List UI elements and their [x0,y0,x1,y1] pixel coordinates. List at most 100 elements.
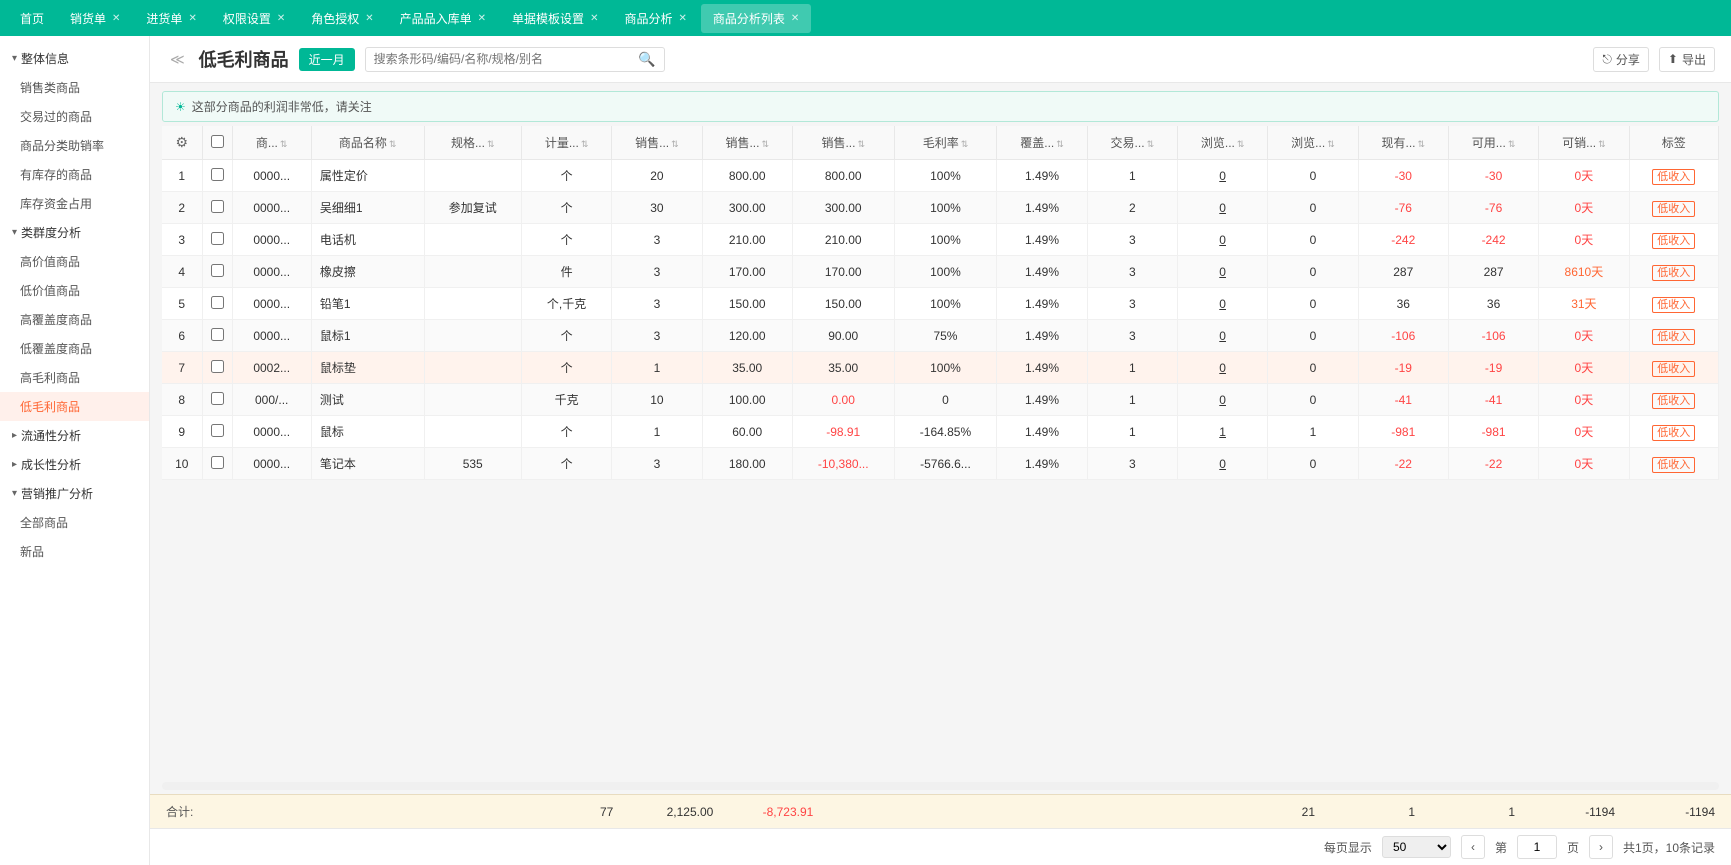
cell-checkbox[interactable] [202,384,232,416]
browse1-link[interactable]: 0 [1219,393,1226,407]
cell-num: 6 [162,320,202,352]
sidebar-item-low-margin[interactable]: 低毛利商品 [0,392,149,421]
select-all-checkbox[interactable] [211,135,224,148]
nav-home[interactable]: 首页 [8,4,56,33]
sidebar-item-high-margin[interactable]: 高毛利商品 [0,363,149,392]
nav-sales-order[interactable]: 销货单 ✕ [58,4,132,33]
sidebar-item-low-value[interactable]: 低价值商品 [0,276,149,305]
row-checkbox[interactable] [211,424,224,437]
nav-close-icon[interactable]: ✕ [365,13,373,24]
cell-browse1[interactable]: 0 [1177,320,1267,352]
sidebar-group-overall[interactable]: ▾ 整体信息 [0,44,149,73]
cell-checkbox[interactable] [202,352,232,384]
cell-checkbox[interactable] [202,192,232,224]
nav-product-analysis-list[interactable]: 商品分析列表 ✕ [701,4,811,33]
sidebar-item-low-coverage[interactable]: 低覆盖度商品 [0,334,149,363]
next-page-button[interactable]: › [1589,835,1613,859]
export-button[interactable]: ⬆ 导出 [1659,47,1715,72]
cell-browse1[interactable]: 0 [1177,352,1267,384]
nav-close-icon[interactable]: ✕ [277,13,285,24]
prev-page-button[interactable]: ‹ [1461,835,1485,859]
nav-template-setting[interactable]: 单据模板设置 ✕ [500,4,610,33]
nav-purchase-order[interactable]: 进货单 ✕ [134,4,208,33]
page-number-input[interactable] [1517,835,1557,859]
row-checkbox[interactable] [211,392,224,405]
cell-checkbox[interactable] [202,224,232,256]
search-input[interactable] [374,52,633,66]
row-checkbox[interactable] [211,264,224,277]
sidebar-item-stock-goods[interactable]: 有库存的商品 [0,160,149,189]
cell-browse2: 0 [1268,352,1358,384]
cell-browse1[interactable]: 0 [1177,160,1267,192]
horizontal-scrollbar[interactable] [162,782,1719,790]
table-row: 1 0000... 属性定价 个 20 800.00 800.00 100% 1… [162,160,1719,192]
sidebar-item-high-coverage[interactable]: 高覆盖度商品 [0,305,149,334]
sidebar-group-circulation[interactable]: ▸ 流通性分析 [0,421,149,450]
date-filter-button[interactable]: 近一月 [299,48,355,71]
footer-trade: 21 [1235,805,1315,819]
browse1-link[interactable]: 0 [1219,233,1226,247]
cell-num: 4 [162,256,202,288]
row-checkbox[interactable] [211,456,224,469]
nav-close-icon[interactable]: ✕ [188,13,196,24]
cell-browse1[interactable]: 0 [1177,288,1267,320]
browse1-link[interactable]: 1 [1219,425,1226,439]
search-icon[interactable]: 🔍 [638,51,655,68]
sidebar-item-high-value[interactable]: 高价值商品 [0,247,149,276]
sidebar-group-cluster[interactable]: ▾ 类群度分析 [0,218,149,247]
nav-permission-setting[interactable]: 权限设置 ✕ [211,4,297,33]
nav-product-analysis[interactable]: 商品分析 ✕ [612,4,698,33]
sidebar-item-stock-funds[interactable]: 库存资金占用 [0,189,149,218]
sidebar-group-growth[interactable]: ▸ 成长性分析 [0,450,149,479]
cell-browse1[interactable]: 0 [1177,448,1267,480]
nav-close-icon[interactable]: ✕ [590,13,598,24]
nav-close-icon[interactable]: ✕ [112,13,120,24]
browse1-link[interactable]: 0 [1219,457,1226,471]
nav-role-auth[interactable]: 角色授权 ✕ [299,4,385,33]
cell-coverage: 1.49% [997,288,1087,320]
cell-sales-qty: 1 [612,416,702,448]
cell-checkbox[interactable] [202,160,232,192]
sidebar-item-all-goods[interactable]: 全部商品 [0,508,149,537]
sidebar-collapse-button[interactable]: ≪ [166,51,189,68]
sidebar-item-category-rate[interactable]: 商品分类助销率 [0,131,149,160]
browse1-link[interactable]: 0 [1219,297,1226,311]
nav-close-icon[interactable]: ✕ [791,13,799,24]
nav-product-in[interactable]: 产品品入库单 ✕ [388,4,498,33]
nav-close-icon[interactable]: ✕ [678,13,686,24]
row-checkbox[interactable] [211,168,224,181]
row-checkbox[interactable] [211,360,224,373]
table-row: 8 000/... 测试 千克 10 100.00 0.00 0 1.49% 1… [162,384,1719,416]
browse1-link[interactable]: 0 [1219,169,1226,183]
sidebar-item-traded-goods[interactable]: 交易过的商品 [0,102,149,131]
th-gear[interactable]: ⚙ [162,126,202,160]
cell-checkbox[interactable] [202,288,232,320]
cell-browse1[interactable]: 0 [1177,192,1267,224]
cell-browse1[interactable]: 0 [1177,384,1267,416]
cell-checkbox[interactable] [202,256,232,288]
browse1-link[interactable]: 0 [1219,265,1226,279]
cell-coverage: 1.49% [997,256,1087,288]
cell-browse1[interactable]: 1 [1177,416,1267,448]
browse1-link[interactable]: 0 [1219,329,1226,343]
browse1-link[interactable]: 0 [1219,201,1226,215]
cell-checkbox[interactable] [202,416,232,448]
cell-checkbox[interactable] [202,448,232,480]
browse1-link[interactable]: 0 [1219,361,1226,375]
cell-browse1[interactable]: 0 [1177,224,1267,256]
row-checkbox[interactable] [211,200,224,213]
sidebar-group-marketing[interactable]: ▾ 营销推广分析 [0,479,149,508]
sidebar-item-new-goods[interactable]: 新品 [0,537,149,566]
page-size-select[interactable]: 50 100 200 [1382,836,1451,858]
row-checkbox[interactable] [211,232,224,245]
nav-close-icon[interactable]: ✕ [478,13,486,24]
cell-trade: 3 [1087,448,1177,480]
row-checkbox[interactable] [211,328,224,341]
share-button[interactable]: ⎋ 分享 [1593,47,1649,72]
gear-icon[interactable]: ⚙ [175,134,188,150]
sidebar-item-sales-goods[interactable]: 销售类商品 [0,73,149,102]
cell-tag: 低收入 [1629,224,1718,256]
row-checkbox[interactable] [211,296,224,309]
cell-browse1[interactable]: 0 [1177,256,1267,288]
cell-checkbox[interactable] [202,320,232,352]
